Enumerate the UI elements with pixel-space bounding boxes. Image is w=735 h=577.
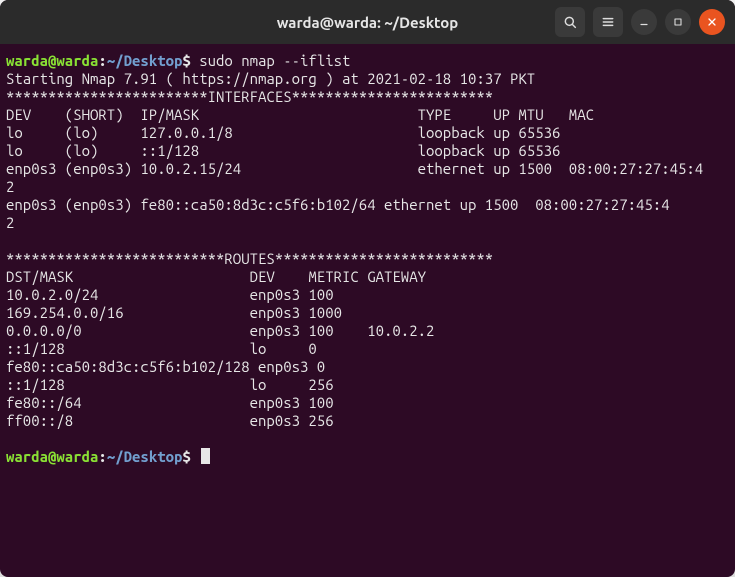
command-text: sudo nmap --iflist <box>199 52 350 69</box>
titlebar-right <box>535 7 725 37</box>
maximize-icon <box>672 16 684 28</box>
close-icon <box>706 16 718 28</box>
prompt-symbol: $ <box>182 52 190 69</box>
prompt-user-host: warda@warda <box>6 52 98 69</box>
search-icon <box>562 14 578 30</box>
titlebar: warda@warda: ~/Desktop <box>0 0 735 44</box>
terminal-window: warda@warda: ~/Desktop <box>0 0 735 577</box>
search-button[interactable] <box>555 7 585 37</box>
minimize-icon <box>638 16 650 28</box>
minimize-button[interactable] <box>631 9 657 35</box>
window-title: warda@warda: ~/Desktop <box>200 14 535 31</box>
prompt-symbol: $ <box>182 448 190 465</box>
prompt-colon: : <box>98 52 106 69</box>
prompt-colon: : <box>98 448 106 465</box>
prompt-user-host: warda@warda <box>6 448 98 465</box>
terminal-output[interactable]: warda@warda:~/Desktop$ sudo nmap --iflis… <box>0 44 735 577</box>
prompt-path: ~/Desktop <box>107 52 183 69</box>
hamburger-icon <box>600 14 616 30</box>
prompt-path: ~/Desktop <box>107 448 183 465</box>
maximize-button[interactable] <box>665 9 691 35</box>
close-button[interactable] <box>699 9 725 35</box>
hamburger-menu-button[interactable] <box>593 7 623 37</box>
cursor <box>201 448 210 464</box>
